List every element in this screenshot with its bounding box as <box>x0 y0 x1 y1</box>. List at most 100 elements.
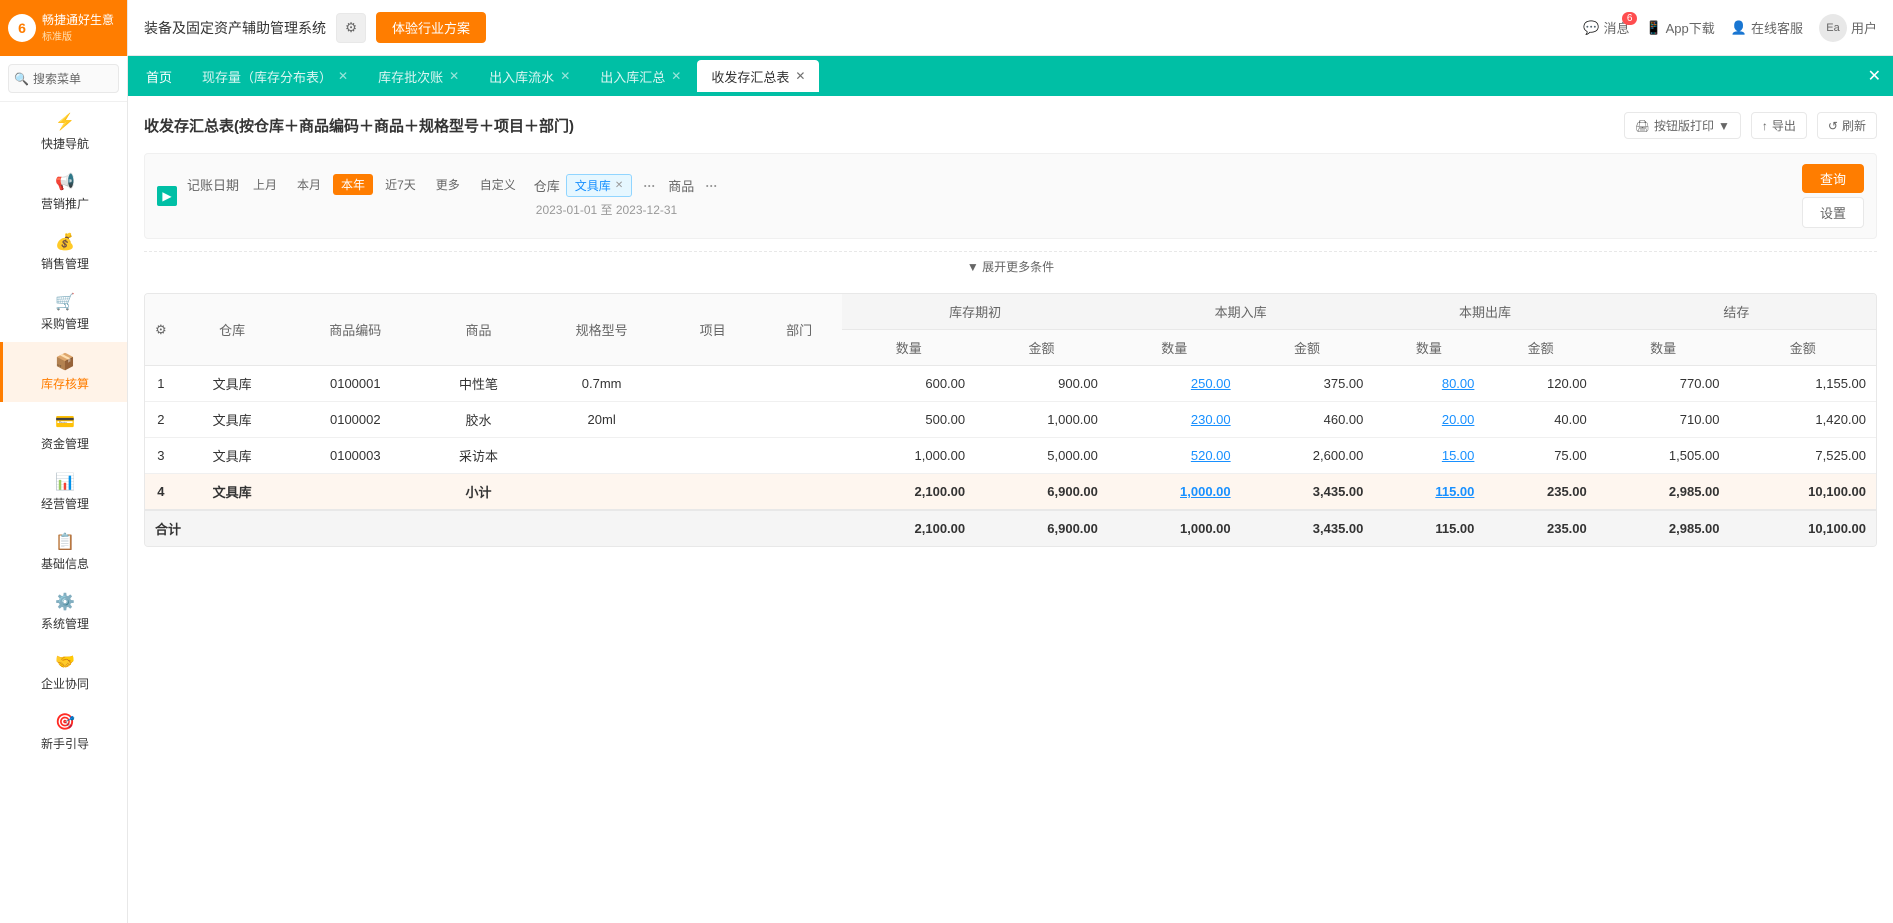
base-label: 基础信息 <box>41 555 89 572</box>
warehouse-filter-dots[interactable]: ··· <box>638 175 658 196</box>
tab-bar-close-button[interactable]: ✕ <box>1860 62 1889 90</box>
message-action[interactable]: 💬 消息 6 <box>1583 18 1629 37</box>
tab-batch-label: 库存批次账 <box>378 67 443 86</box>
print-button[interactable]: 🖨 按钮版打印 ▼ <box>1624 112 1741 139</box>
tab-receive-summary-close[interactable]: ✕ <box>795 69 805 83</box>
goods-filter-dots[interactable]: ··· <box>700 175 720 196</box>
online-service-action[interactable]: 👤 在线客服 <box>1731 18 1803 37</box>
th-out-qty: 数量 <box>1373 330 1484 366</box>
date-btn-more[interactable]: 更多 <box>428 174 468 195</box>
row-in-qty[interactable]: 1,000.00 <box>1108 474 1241 511</box>
expand-more-button[interactable]: ▼ 展开更多条件 <box>967 258 1054 275</box>
tab-inout-flow-close[interactable]: ✕ <box>560 69 570 83</box>
sidebar-item-base[interactable]: 📋 基础信息 <box>0 522 127 582</box>
tab-receive-summary[interactable]: 收发存汇总表 ✕ <box>697 60 819 92</box>
date-btn-custom[interactable]: 自定义 <box>472 174 524 195</box>
sidebar-item-guide[interactable]: 🎯 新手引导 <box>0 702 127 762</box>
date-range-display: 2023-01-01 至 2023-12-31 <box>534 201 720 218</box>
tab-batch[interactable]: 库存批次账 ✕ <box>364 60 473 92</box>
content-area: 收发存汇总表(按仓库＋商品编码＋商品＋规格型号＋项目＋部门) 🖨 按钮版打印 ▼… <box>128 96 1893 923</box>
app-download-action[interactable]: 📱 App下载 <box>1645 18 1714 37</box>
system-title: 装备及固定资产辅助管理系统 <box>144 18 326 38</box>
row-project <box>669 474 756 511</box>
row-goods-code <box>288 474 423 511</box>
system-label: 系统管理 <box>41 615 89 632</box>
tab-stock-dist-close[interactable]: ✕ <box>338 69 348 83</box>
sidebar-item-inventory[interactable]: 📦 库存核算 <box>0 342 127 402</box>
row-in-amt: 375.00 <box>1241 366 1374 402</box>
operations-label: 经营管理 <box>41 495 89 512</box>
tab-stock-dist[interactable]: 现存量（库存分布表） ✕ <box>188 60 362 92</box>
date-btn-this-month[interactable]: 本月 <box>289 174 329 195</box>
sidebar-item-system[interactable]: ⚙️ 系统管理 <box>0 582 127 642</box>
printer-icon: 🖨 <box>1635 119 1650 133</box>
row-department <box>756 474 843 511</box>
tab-batch-close[interactable]: ✕ <box>449 69 459 83</box>
row-goods-code: 0100002 <box>288 402 423 438</box>
user-action[interactable]: Ea 用户 <box>1819 14 1877 42</box>
th-out-amt: 金额 <box>1484 330 1596 366</box>
row-warehouse: 文具库 <box>177 438 288 474</box>
sidebar: 6 畅捷通好生意 标准版 🔍 搜索菜单 ⚡ 快捷导航 📢 营销推广 💰 销售管理… <box>0 0 128 923</box>
row-in-qty[interactable]: 520.00 <box>1108 438 1241 474</box>
sidebar-item-finance[interactable]: 💳 资金管理 <box>0 402 127 462</box>
logo-text-line2: 标准版 <box>42 28 114 43</box>
row-goods-name: 胶水 <box>423 402 534 438</box>
table-settings-icon[interactable]: ⚙ <box>155 322 167 337</box>
export-button[interactable]: ↑ 导出 <box>1751 112 1807 139</box>
th-settings: ⚙ <box>145 294 177 366</box>
sidebar-item-sales[interactable]: 💰 销售管理 <box>0 222 127 282</box>
sidebar-item-purchase[interactable]: 🛒 采购管理 <box>0 282 127 342</box>
collapse-arrow-button[interactable]: ▶ <box>157 186 177 206</box>
tab-inout-flow[interactable]: 出入库流水 ✕ <box>475 60 584 92</box>
date-btn-this-year[interactable]: 本年 <box>333 174 373 195</box>
search-label: 搜索菜单 <box>33 70 81 87</box>
row-out-amt: 75.00 <box>1484 438 1596 474</box>
date-btn-last-month[interactable]: 上月 <box>245 174 285 195</box>
row-goods-spec <box>534 438 669 474</box>
row-department <box>756 366 843 402</box>
row-out-amt: 40.00 <box>1484 402 1596 438</box>
data-table-wrapper: ⚙ 仓库 商品编码 商品 规格型号 项目 部门 库存期初 本期入库 本期出库 结… <box>144 293 1877 547</box>
chevron-down-icon: ▼ <box>1718 119 1730 133</box>
row-out-qty[interactable]: 115.00 <box>1373 474 1484 511</box>
marketing-label: 营销推广 <box>41 195 89 212</box>
experience-button[interactable]: 体验行业方案 <box>376 12 486 43</box>
table-row: 4文具库小计2,100.006,900.001,000.003,435.0011… <box>145 474 1876 511</box>
sidebar-item-quick-nav[interactable]: ⚡ 快捷导航 <box>0 102 127 162</box>
total-label: 合计 <box>145 510 842 546</box>
settings-gear-button[interactable]: ⚙ <box>336 13 366 43</box>
tab-inout-summary-label: 出入库汇总 <box>600 67 665 86</box>
logo-text-line1: 畅捷通好生意 <box>42 13 114 29</box>
row-opening-amt: 6,900.00 <box>975 474 1108 511</box>
tab-inout-summary-close[interactable]: ✕ <box>671 69 681 83</box>
tab-stock-dist-label: 现存量（库存分布表） <box>202 67 332 86</box>
row-out-qty[interactable]: 80.00 <box>1373 366 1484 402</box>
refresh-button[interactable]: ↺ 刷新 <box>1817 112 1877 139</box>
row-in-qty[interactable]: 250.00 <box>1108 366 1241 402</box>
row-seq: 1 <box>145 366 177 402</box>
tab-inout-summary[interactable]: 出入库汇总 ✕ <box>586 60 695 92</box>
tab-home[interactable]: 首页 <box>132 60 186 92</box>
query-button[interactable]: 查询 <box>1802 164 1864 193</box>
row-out-qty[interactable]: 20.00 <box>1373 402 1484 438</box>
row-opening-qty: 2,100.00 <box>842 474 975 511</box>
purchase-label: 采购管理 <box>41 315 89 332</box>
filter-bar: ▶ 记账日期 上月 本月 本年 近7天 更多 自定义 <box>144 153 1877 239</box>
sidebar-item-enterprise[interactable]: 🤝 企业协同 <box>0 642 127 702</box>
sidebar-item-marketing[interactable]: 📢 营销推广 <box>0 162 127 222</box>
total-opening-amt: 6,900.00 <box>975 510 1108 546</box>
row-out-qty[interactable]: 15.00 <box>1373 438 1484 474</box>
row-opening-amt: 5,000.00 <box>975 438 1108 474</box>
service-icon: 👤 <box>1731 20 1747 36</box>
tab-home-label: 首页 <box>146 67 172 86</box>
search-menu-button[interactable]: 🔍 搜索菜单 <box>8 64 119 93</box>
inventory-icon: 📦 <box>55 352 75 372</box>
setting-button[interactable]: 设置 <box>1802 197 1864 228</box>
operations-icon: 📊 <box>55 472 75 492</box>
sidebar-item-operations[interactable]: 📊 经营管理 <box>0 462 127 522</box>
row-opening-qty: 1,000.00 <box>842 438 975 474</box>
row-in-qty[interactable]: 230.00 <box>1108 402 1241 438</box>
warehouse-tag-close[interactable]: ✕ <box>615 180 623 191</box>
date-btn-7days[interactable]: 近7天 <box>377 174 424 195</box>
